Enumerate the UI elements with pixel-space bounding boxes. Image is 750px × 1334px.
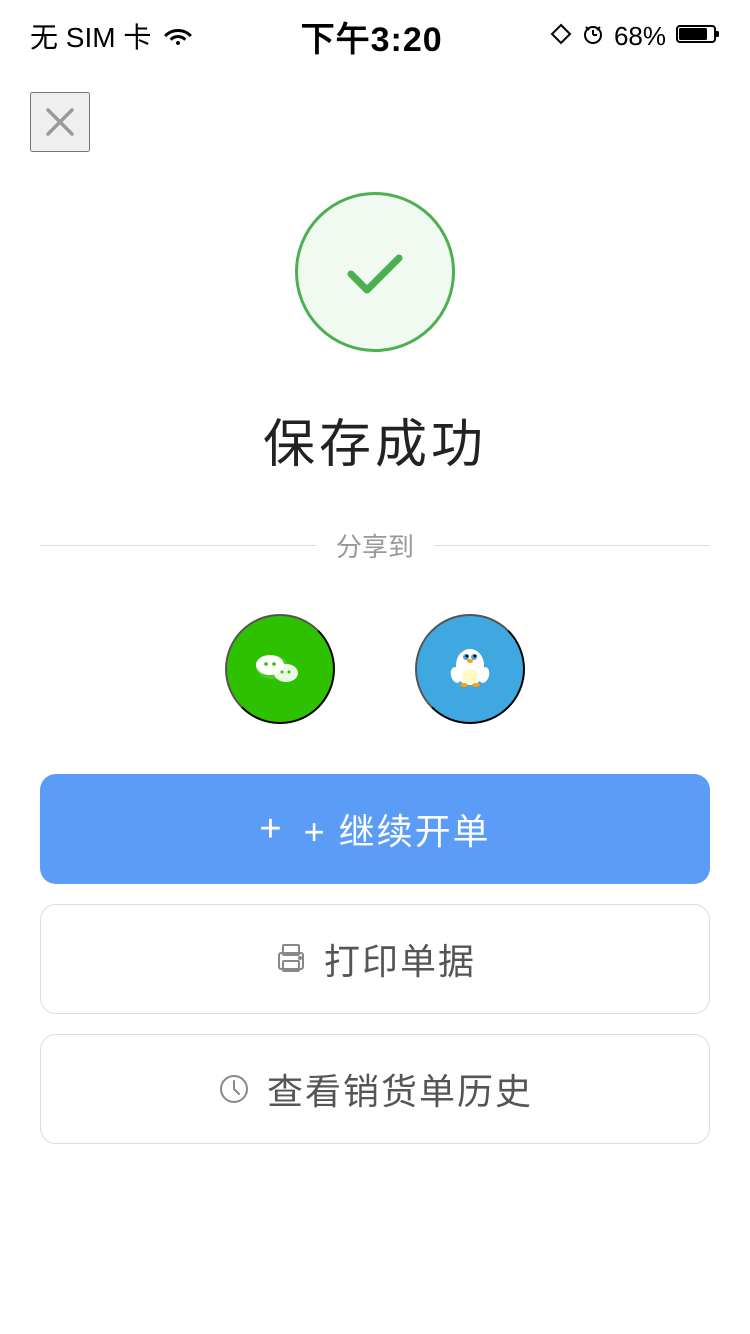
alarm-icon bbox=[582, 21, 604, 52]
print-button[interactable]: 打印单据 bbox=[40, 904, 710, 1014]
status-time: 下午3:20 bbox=[301, 12, 443, 61]
success-section: 保存成功 bbox=[40, 192, 710, 477]
share-label: 分享到 bbox=[336, 527, 414, 564]
continue-label: + 继续开单 bbox=[304, 803, 491, 855]
history-button[interactable]: 查看销货单历史 bbox=[40, 1034, 710, 1144]
success-circle bbox=[295, 192, 455, 352]
status-right: 68% bbox=[550, 21, 720, 52]
main-content: 保存成功 分享到 bbox=[0, 72, 750, 1144]
share-icons bbox=[40, 614, 710, 724]
print-label: 打印单据 bbox=[324, 933, 476, 985]
success-title: 保存成功 bbox=[263, 402, 487, 477]
continue-icon: + bbox=[259, 808, 283, 851]
location-icon bbox=[550, 21, 572, 52]
sim-text: 无 SIM 卡 bbox=[30, 16, 151, 56]
share-divider: 分享到 bbox=[40, 527, 710, 564]
history-icon bbox=[217, 1072, 251, 1106]
divider-left bbox=[40, 545, 316, 546]
share-wechat-button[interactable] bbox=[225, 614, 335, 724]
status-left: 无 SIM 卡 bbox=[30, 16, 193, 56]
action-buttons: + + 继续开单 打印单据 查看销货单历史 bbox=[40, 774, 710, 1144]
share-qq-button[interactable] bbox=[415, 614, 525, 724]
continue-order-button[interactable]: + + 继续开单 bbox=[40, 774, 710, 884]
battery-icon bbox=[676, 21, 720, 52]
status-bar: 无 SIM 卡 下午3:20 68% bbox=[0, 0, 750, 72]
battery-percent: 68% bbox=[614, 21, 666, 52]
share-section: 分享到 bbox=[40, 527, 710, 724]
close-button[interactable] bbox=[30, 92, 90, 152]
divider-right bbox=[434, 545, 710, 546]
wifi-icon bbox=[163, 20, 193, 52]
history-label: 查看销货单历史 bbox=[267, 1063, 533, 1115]
print-icon bbox=[274, 942, 308, 976]
